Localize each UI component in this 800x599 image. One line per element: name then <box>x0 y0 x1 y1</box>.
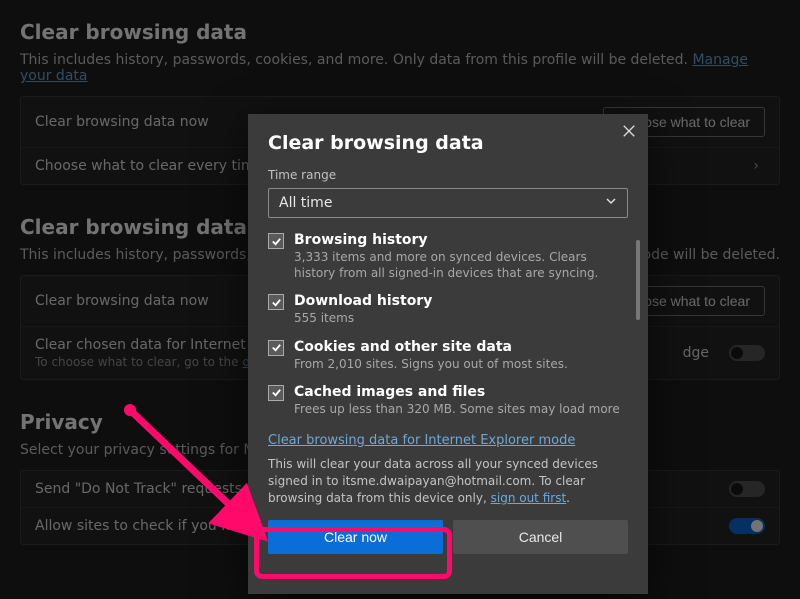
dialog-button-row: Clear now Cancel <box>268 520 628 554</box>
checkbox-browsing-history[interactable] <box>268 233 284 249</box>
list-item: Cached images and files Frees up less th… <box>268 384 628 417</box>
clear-browsing-data-dialog: Clear browsing data Time range All time … <box>248 114 648 594</box>
sync-note: This will clear your data across all you… <box>268 456 628 506</box>
list-item: Download history 555 items <box>268 293 628 326</box>
item-sub: Frees up less than 320 MB. Some sites ma… <box>294 401 620 417</box>
item-sub: From 2,010 sites. Signs you out of most … <box>294 356 568 372</box>
data-type-list: Browsing history 3,333 items and more on… <box>268 232 628 429</box>
checkbox-download-history[interactable] <box>268 294 284 310</box>
sign-out-first-link[interactable]: sign out first <box>491 491 567 505</box>
item-title: Cached images and files <box>294 384 620 400</box>
sync-note-suffix: . <box>566 491 570 505</box>
item-sub: 3,333 items and more on synced devices. … <box>294 249 628 281</box>
list-item: Cookies and other site data From 2,010 s… <box>268 339 628 372</box>
cancel-button[interactable]: Cancel <box>453 520 628 554</box>
scrollbar-thumb[interactable] <box>636 240 640 320</box>
checkbox-cache[interactable] <box>268 385 284 401</box>
item-title: Download history <box>294 293 432 309</box>
chevron-down-icon <box>605 195 617 211</box>
dialog-title: Clear browsing data <box>268 132 628 154</box>
item-title: Cookies and other site data <box>294 339 568 355</box>
clear-now-button[interactable]: Clear now <box>268 520 443 554</box>
clear-ie-mode-link[interactable]: Clear browsing data for Internet Explore… <box>268 433 628 448</box>
item-sub: 555 items <box>294 310 432 326</box>
item-title: Browsing history <box>294 232 628 248</box>
time-range-value: All time <box>279 195 332 211</box>
time-range-label: Time range <box>268 168 628 182</box>
list-item: Browsing history 3,333 items and more on… <box>268 232 628 281</box>
checkbox-cookies[interactable] <box>268 340 284 356</box>
close-icon[interactable] <box>622 124 636 141</box>
time-range-select[interactable]: All time <box>268 188 628 218</box>
